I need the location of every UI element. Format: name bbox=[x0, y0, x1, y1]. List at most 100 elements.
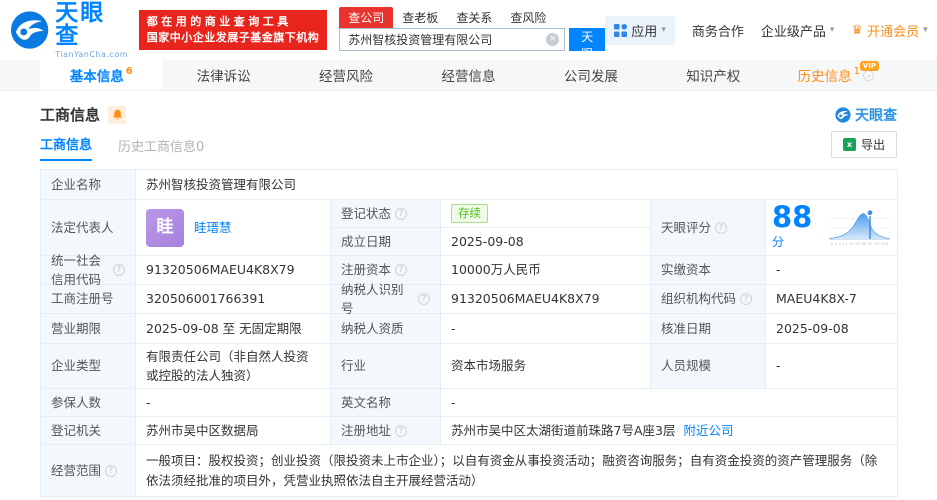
promo-line2: 国家中小企业发展子基金旗下机构 bbox=[146, 31, 320, 44]
company-nav-tabs: 基本信息 6 法律诉讼 经营风险 经营信息 公司发展 知识产权 历史信息 1 V… bbox=[0, 60, 937, 91]
reg-authority-label: 登记机关 bbox=[41, 417, 136, 445]
search-tab-relation[interactable]: 查关系 bbox=[447, 7, 501, 28]
apps-menu[interactable]: 应用 ▾ bbox=[605, 15, 675, 45]
help-icon[interactable]: ? bbox=[418, 293, 430, 305]
help-icon[interactable]: ? bbox=[395, 207, 408, 220]
search-tab-boss[interactable]: 查老板 bbox=[393, 7, 447, 28]
tianyancha-watermark: 天眼查 bbox=[835, 105, 897, 125]
tab-basic-info[interactable]: 基本信息 6 bbox=[40, 60, 163, 90]
paid-capital-value: - bbox=[766, 256, 898, 285]
chevron-down-icon: ▾ bbox=[923, 25, 928, 35]
help-icon[interactable]: ? bbox=[395, 264, 408, 276]
tianyan-score-cell[interactable]: 88分 0 1 3 11 34 65 88 97 99 100 bbox=[766, 200, 898, 256]
tianyan-score-label: 天眼评分? bbox=[651, 200, 766, 256]
taxpayer-quality-label: 纳税人资质 bbox=[331, 314, 441, 344]
business-cooperation-link[interactable]: 商务合作 bbox=[692, 21, 744, 40]
search-tabs: 查公司 查老板 查关系 查风险 bbox=[339, 7, 605, 28]
tab-history-info-count: 1 bbox=[853, 65, 860, 77]
org-code-label: 组织机构代码? bbox=[651, 285, 766, 314]
chevron-down-icon: ▾ bbox=[661, 25, 666, 35]
search-input[interactable] bbox=[339, 28, 566, 51]
search-tab-company[interactable]: 查公司 bbox=[339, 7, 394, 28]
chevron-down-icon: ▾ bbox=[829, 25, 835, 35]
reg-capital-value: 10000万人民币 bbox=[441, 256, 651, 285]
enterprise-products-menu[interactable]: 企业级产品 ▾ bbox=[761, 21, 835, 40]
section-header: 工商信息 天眼查 bbox=[0, 104, 937, 125]
help-icon[interactable]: ? bbox=[113, 264, 125, 276]
score-value: 88 bbox=[772, 200, 813, 235]
org-code-value: MAEU4K8X-7 bbox=[766, 285, 898, 314]
tab-basic-info-count: 6 bbox=[125, 65, 133, 77]
tab-business-info[interactable]: 经营信息 bbox=[407, 60, 529, 90]
tab-company-development[interactable]: 公司发展 bbox=[530, 60, 652, 90]
reg-address-label: 注册地址? bbox=[331, 417, 441, 445]
english-name-label: 英文名称 bbox=[331, 389, 441, 417]
legal-rep-cell: 眭 眭瑨慧 bbox=[136, 200, 331, 256]
nearby-companies-link[interactable]: 附近公司 bbox=[683, 421, 733, 440]
approval-date-label: 核准日期 bbox=[651, 314, 766, 344]
insured-count-label: 参保人数 bbox=[41, 389, 136, 417]
industry-value: 资本市场服务 bbox=[441, 344, 651, 389]
open-vip-label: 开通会员 bbox=[867, 24, 920, 40]
tab-intellectual-property[interactable]: 知识产权 bbox=[652, 60, 774, 90]
reg-address-value: 苏州市吴中区太湖街道前珠路7号A座3层 bbox=[451, 422, 676, 438]
promo-banner: 都在用的商业查询工具 国家中小企业发展子基金旗下机构 bbox=[138, 10, 328, 50]
tianyancha-logo-icon bbox=[10, 11, 49, 49]
score-axis-ticks: 0 1 3 11 34 65 88 97 99 100 bbox=[831, 242, 889, 246]
industry-label: 行业 bbox=[331, 344, 441, 389]
insured-count-value: - bbox=[136, 389, 331, 417]
promo-line1: 都在用的商业查询工具 bbox=[146, 15, 292, 29]
vip-badge: VIP bbox=[859, 61, 879, 71]
business-info-table: 企业名称 苏州智核投资管理有限公司 法定代表人 眭 眭瑨慧 登记状态? 存续 成… bbox=[40, 169, 898, 497]
establish-date-label: 成立日期 bbox=[331, 228, 441, 256]
history-info-icon bbox=[862, 69, 874, 81]
uscc-label: 统一社会信用代码? bbox=[41, 253, 136, 287]
enterprise-products-label: 企业级产品 bbox=[760, 24, 826, 40]
help-icon[interactable]: ? bbox=[715, 221, 728, 234]
open-vip-menu[interactable]: ♛ 开通会员 ▾ bbox=[851, 21, 927, 40]
tab-legal-proceedings[interactable]: 法律诉讼 bbox=[162, 60, 284, 90]
uscc-value: 91320506MAEU4K8X79 bbox=[136, 256, 331, 285]
export-button[interactable]: x 导出 bbox=[830, 131, 897, 158]
business-scope-label: 经营范围? bbox=[41, 445, 136, 497]
score-marker-pin bbox=[866, 208, 874, 216]
english-name-value: - bbox=[441, 389, 898, 417]
taxpayer-id-label: 纳税人识别号? bbox=[331, 282, 441, 316]
paid-capital-label: 实缴资本 bbox=[651, 256, 766, 285]
export-label: 导出 bbox=[860, 138, 885, 152]
top-header: 天眼查 TianYanCha.com 都在用的商业查询工具 国家中小企业发展子基… bbox=[0, 0, 937, 95]
watermark-text: 天眼查 bbox=[855, 107, 897, 124]
approval-date-value: 2025-09-08 bbox=[766, 314, 898, 344]
watermark-logo-icon bbox=[835, 106, 851, 123]
apps-grid-icon bbox=[614, 23, 628, 37]
search-button[interactable]: 天眼一下 bbox=[569, 28, 606, 95]
tab-history-info[interactable]: 历史信息 1 VIP bbox=[775, 60, 897, 90]
tab-operational-risk[interactable]: 经营风险 bbox=[285, 60, 407, 90]
company-type-label: 企业类型 bbox=[41, 344, 136, 389]
section-title: 工商信息 bbox=[40, 106, 101, 124]
help-icon[interactable]: ? bbox=[740, 293, 753, 305]
status-badge: 存续 bbox=[451, 204, 488, 223]
business-term-value: 2025-09-08 至 无固定期限 bbox=[136, 314, 331, 344]
score-distribution-chart: 0 1 3 11 34 65 88 97 99 100 bbox=[829, 208, 890, 246]
help-icon[interactable]: ? bbox=[395, 424, 408, 437]
search-tab-risk[interactable]: 查风险 bbox=[501, 7, 555, 28]
subscribe-bell-icon[interactable] bbox=[108, 105, 127, 124]
reg-number-label: 工商注册号 bbox=[41, 285, 136, 314]
company-type-value: 有限责任公司（非自然人投资或控股的法人独资） bbox=[136, 344, 331, 389]
score-unit: 分 bbox=[772, 235, 785, 250]
tianyancha-logo[interactable]: 天眼查 TianYanCha.com bbox=[10, 0, 129, 59]
header-menu: 应用 ▾ 商务合作 企业级产品 ▾ ♛ 开通会员 ▾ 费米 ▾ bbox=[605, 15, 937, 45]
subtab-business-info[interactable]: 工商信息 bbox=[40, 134, 93, 161]
reg-address-cell: 苏州市吴中区太湖街道前珠路7号A座3层 附近公司 bbox=[441, 417, 898, 445]
reg-status-label: 登记状态? bbox=[331, 200, 441, 228]
taxpayer-quality-value: - bbox=[441, 314, 651, 344]
brand-name: 天眼查 bbox=[55, 0, 106, 49]
establish-date-value: 2025-09-08 bbox=[441, 228, 651, 256]
business-term-label: 营业期限 bbox=[41, 314, 136, 344]
legal-rep-avatar[interactable]: 眭 bbox=[146, 208, 184, 247]
subtab-history-business-info[interactable]: 历史工商信息0 bbox=[118, 136, 204, 161]
legal-rep-name-link[interactable]: 眭瑨慧 bbox=[194, 218, 232, 237]
help-icon[interactable]: ? bbox=[105, 464, 118, 477]
company-name-value: 苏州智核投资管理有限公司 bbox=[136, 170, 898, 200]
